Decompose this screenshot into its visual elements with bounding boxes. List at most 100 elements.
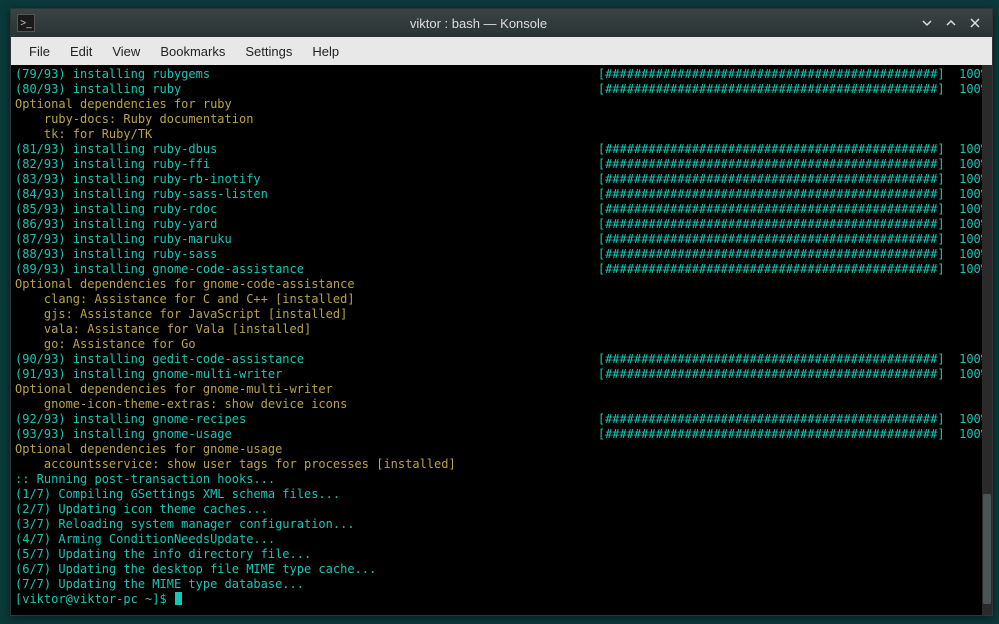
install-line-left: (81/93) installing ruby-dbus <box>15 142 217 157</box>
minimize-button[interactable] <box>916 12 938 34</box>
optional-dep-text: gnome-icon-theme-extras: show device ico… <box>15 397 347 412</box>
install-line-left: (83/93) installing ruby-rb-inotify <box>15 172 261 187</box>
optional-dep-text: accountsservice: show user tags for proc… <box>15 457 456 472</box>
terminal-line: go: Assistance for Go <box>15 337 988 352</box>
optional-dep-text: gjs: Assistance for JavaScript [installe… <box>15 307 347 322</box>
terminal-line: Optional dependencies for gnome-usage <box>15 442 988 457</box>
install-progress: [#######################################… <box>598 142 988 157</box>
hook-line: (2/7) Updating icon theme caches... <box>15 502 268 517</box>
scrollbar-thumb[interactable] <box>983 494 991 604</box>
hook-line: (5/7) Updating the info directory file..… <box>15 547 311 562</box>
install-progress: [#######################################… <box>598 202 988 217</box>
window-title: viktor : bash — Konsole <box>43 16 914 31</box>
terminal-line: vala: Assistance for Vala [installed] <box>15 322 988 337</box>
install-progress: [#######################################… <box>598 232 988 247</box>
install-line-left: (90/93) installing gedit-code-assistance <box>15 352 304 367</box>
menu-file[interactable]: File <box>19 40 60 63</box>
install-progress: [#######################################… <box>598 187 988 202</box>
menu-bookmarks[interactable]: Bookmarks <box>150 40 235 63</box>
optional-dep-text: go: Assistance for Go <box>15 337 196 352</box>
terminal-line: (80/93) installing ruby[################… <box>15 82 988 97</box>
install-line-left: (92/93) installing gnome-recipes <box>15 412 246 427</box>
maximize-button[interactable] <box>940 12 962 34</box>
terminal-line: (89/93) installing gnome-code-assistance… <box>15 262 988 277</box>
terminal-line: gnome-icon-theme-extras: show device ico… <box>15 397 988 412</box>
install-line-left: (85/93) installing ruby-rdoc <box>15 202 217 217</box>
optional-dep-text: vala: Assistance for Vala [installed] <box>15 322 311 337</box>
terminal-line: (83/93) installing ruby-rb-inotify [#####… <box>15 172 988 187</box>
prompt-line[interactable]: [viktor@viktor-pc ~]$ <box>15 592 988 607</box>
konsole-window: >_ viktor : bash — Konsole File Edit Vie… <box>10 8 993 616</box>
install-line-left: (84/93) installing ruby-sass-listen <box>15 187 268 202</box>
terminal-line: Optional dependencies for ruby <box>15 97 988 112</box>
optional-dep-text: tk: for Ruby/TK <box>15 127 152 142</box>
hook-line: (7/7) Updating the MIME type database... <box>15 577 304 592</box>
install-progress: [#######################################… <box>598 172 988 187</box>
hook-line: (6/7) Updating the desktop file MIME typ… <box>15 562 376 577</box>
menu-view[interactable]: View <box>102 40 150 63</box>
terminal-line: (93/93) installing gnome-usage[#########… <box>15 427 988 442</box>
install-line-left: (88/93) installing ruby-sass <box>15 247 217 262</box>
install-progress: [#######################################… <box>598 427 988 442</box>
terminal-line: (87/93) installing ruby-maruku [#########… <box>15 232 988 247</box>
install-progress: [#######################################… <box>598 67 988 82</box>
hook-line: (3/7) Reloading system manager configura… <box>15 517 355 532</box>
terminal-line: (84/93) installing ruby-sass-listen [####… <box>15 187 988 202</box>
menu-edit[interactable]: Edit <box>60 40 102 63</box>
optional-dep-text: Optional dependencies for ruby <box>15 97 232 112</box>
terminal-line: (81/93) installing ruby-dbus [###########… <box>15 142 988 157</box>
install-progress: [#######################################… <box>598 247 988 262</box>
terminal-line: (88/93) installing ruby-sass [###########… <box>15 247 988 262</box>
terminal-line: (6/7) Updating the desktop file MIME typ… <box>15 562 988 577</box>
terminal-line: (82/93) installing ruby-ffi [############… <box>15 157 988 172</box>
install-progress: [#######################################… <box>598 412 988 427</box>
terminal-line: (7/7) Updating the MIME type database... <box>15 577 988 592</box>
terminal-line: (91/93) installing gnome-multi-writer [##… <box>15 367 988 382</box>
terminal-line: Optional dependencies for gnome-multi-wr… <box>15 382 988 397</box>
install-progress: [#######################################… <box>598 157 988 172</box>
install-progress: [#######################################… <box>598 262 988 277</box>
close-button[interactable] <box>964 12 986 34</box>
hook-line: (4/7) Arming ConditionNeedsUpdate... <box>15 532 275 547</box>
terminal-line: (79/93) installing rubygems [############… <box>15 67 988 82</box>
terminal-line: (92/93) installing gnome-recipes [#######… <box>15 412 988 427</box>
app-icon: >_ <box>17 14 35 32</box>
install-line-left: (86/93) installing ruby-yard <box>15 217 217 232</box>
terminal-line: :: Running post-transaction hooks... <box>15 472 988 487</box>
terminal-line: (90/93) installing gedit-code-assistance… <box>15 352 988 367</box>
menu-help[interactable]: Help <box>302 40 349 63</box>
terminal-line: accountsservice: show user tags for proc… <box>15 457 988 472</box>
menubar: File Edit View Bookmarks Settings Help <box>11 37 992 65</box>
terminal-line: ruby-docs: Ruby documentation <box>15 112 988 127</box>
install-line-left: (87/93) installing ruby-maruku <box>15 232 232 247</box>
install-progress: [#######################################… <box>598 352 988 367</box>
titlebar[interactable]: >_ viktor : bash — Konsole <box>11 9 992 37</box>
terminal-line: clang: Assistance for C and C++ [install… <box>15 292 988 307</box>
terminal-line: (5/7) Updating the info directory file..… <box>15 547 988 562</box>
terminal-viewport[interactable]: (79/93) installing rubygems [############… <box>11 65 992 615</box>
optional-dep-text: ruby-docs: Ruby documentation <box>15 112 253 127</box>
hook-line: (1/7) Compiling GSettings XML schema fil… <box>15 487 340 502</box>
install-line-left: (79/93) installing rubygems <box>15 67 210 82</box>
install-line-left: (80/93) installing ruby <box>15 82 181 97</box>
cursor <box>175 592 182 605</box>
optional-dep-text: clang: Assistance for C and C++ [install… <box>15 292 355 307</box>
terminal-line: (85/93) installing ruby-rdoc [###########… <box>15 202 988 217</box>
optional-dep-text: Optional dependencies for gnome-code-ass… <box>15 277 355 292</box>
vertical-scrollbar[interactable] <box>982 65 992 615</box>
install-line-left: (82/93) installing ruby-ffi <box>15 157 210 172</box>
optional-dep-text: Optional dependencies for gnome-multi-wr… <box>15 382 333 397</box>
terminal-line: Optional dependencies for gnome-code-ass… <box>15 277 988 292</box>
install-progress: [#######################################… <box>598 367 988 382</box>
install-progress: [#######################################… <box>598 217 988 232</box>
terminal-line: (2/7) Updating icon theme caches... <box>15 502 988 517</box>
terminal-line: (4/7) Arming ConditionNeedsUpdate... <box>15 532 988 547</box>
terminal-line: (3/7) Reloading system manager configura… <box>15 517 988 532</box>
terminal-line: gjs: Assistance for JavaScript [installe… <box>15 307 988 322</box>
shell-prompt: [viktor@viktor-pc ~]$ <box>15 592 174 607</box>
terminal-line: tk: for Ruby/TK <box>15 127 988 142</box>
install-line-left: (91/93) installing gnome-multi-writer <box>15 367 282 382</box>
install-line-left: (89/93) installing gnome-code-assistance <box>15 262 304 277</box>
menu-settings[interactable]: Settings <box>235 40 302 63</box>
terminal-line: (1/7) Compiling GSettings XML schema fil… <box>15 487 988 502</box>
